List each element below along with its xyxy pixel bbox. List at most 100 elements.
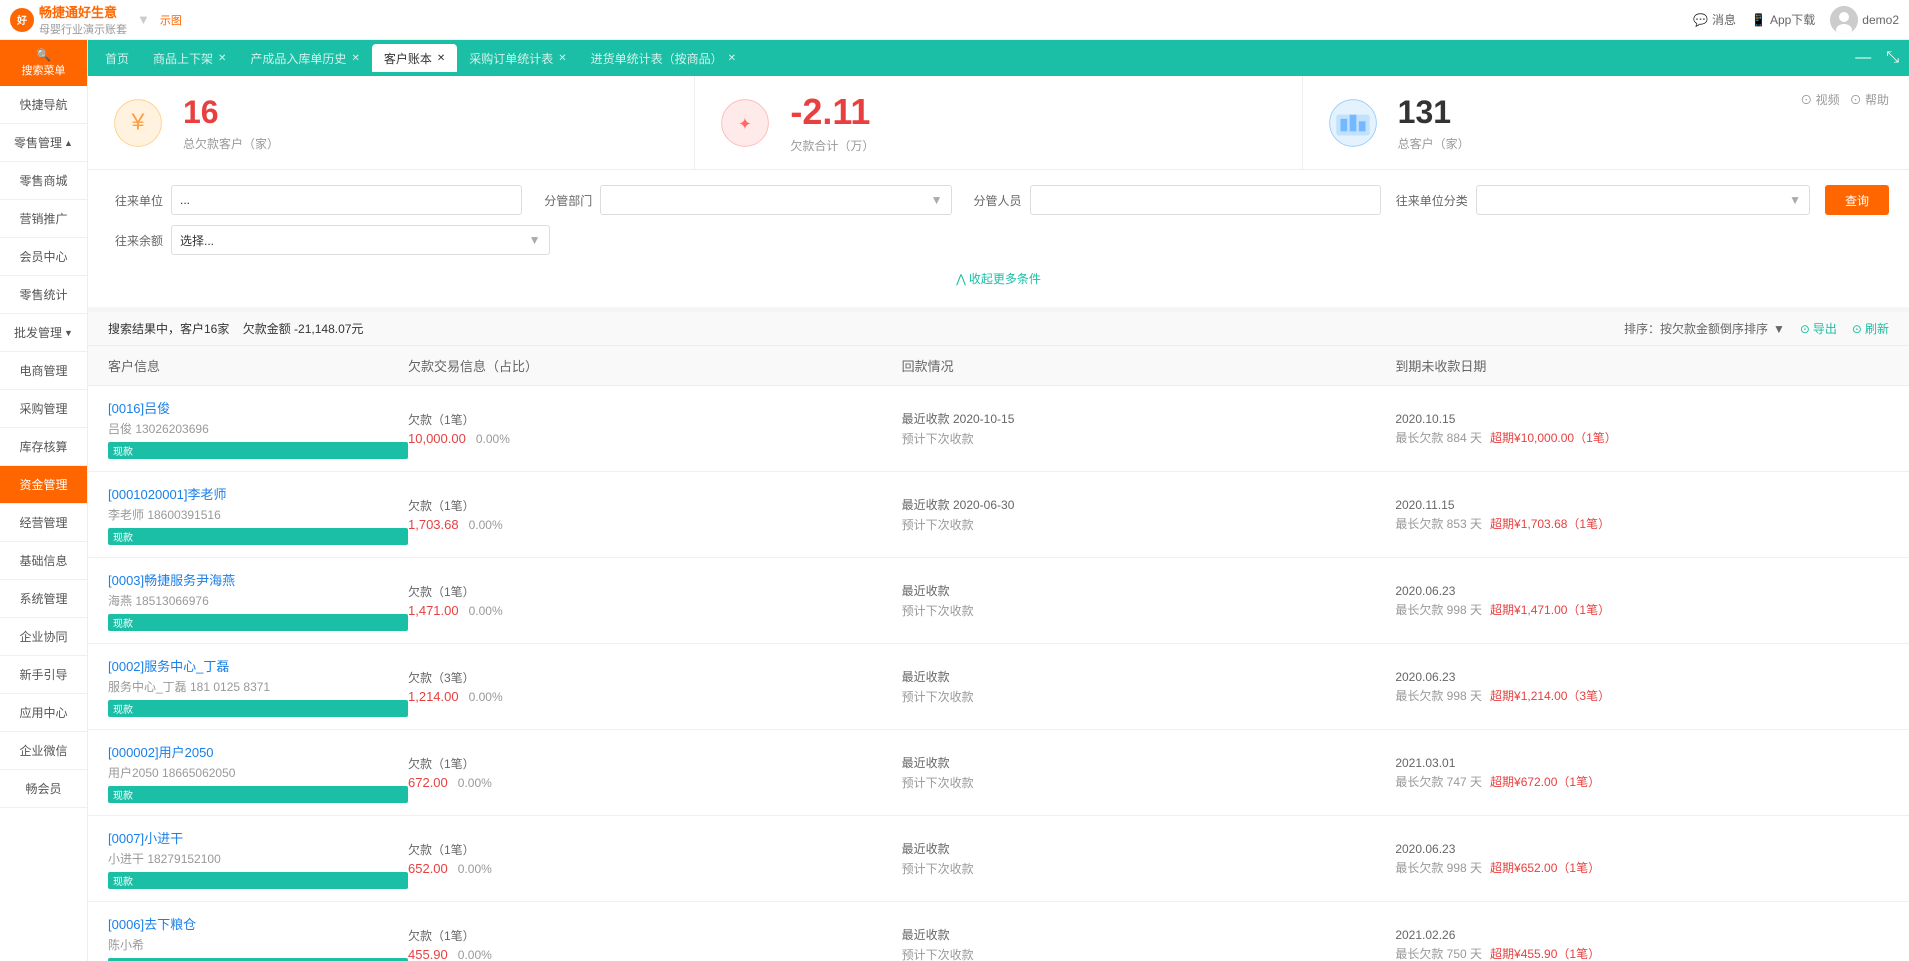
sidebar-item-inventory[interactable]: 库存核算: [0, 428, 87, 466]
tab-close-icon[interactable]: ✕: [728, 53, 736, 64]
tab-expand-btn[interactable]: ⤡: [1881, 49, 1904, 67]
tab-close-icon[interactable]: ✕: [558, 53, 566, 64]
customer-tag: 现款: [108, 786, 408, 803]
due-date: 2020.06.23: [1395, 670, 1889, 684]
sidebar-item-retail-mgmt[interactable]: 零售管理 ▲: [0, 124, 87, 162]
sidebar-item-beginner[interactable]: 新手引导: [0, 656, 87, 694]
due-overdue-link[interactable]: 超期¥10,000.00（1笔）: [1490, 429, 1617, 446]
due-overdue-link[interactable]: 超期¥1,703.68（1笔）: [1490, 515, 1610, 532]
tab-close-icon[interactable]: ✕: [437, 53, 445, 64]
tab-product-history[interactable]: 产成品入库单历史 ✕: [238, 44, 371, 72]
sidebar-item-member-center[interactable]: 会员中心: [0, 238, 87, 276]
sidebar-item-vip-member[interactable]: 畅会员: [0, 770, 87, 808]
help-btn[interactable]: ⊙ 帮助: [1850, 91, 1889, 108]
due-date: 2020.06.23: [1395, 842, 1889, 856]
tab-close-icon[interactable]: ✕: [218, 53, 226, 64]
header-debt: 欠款交易信息（占比）: [408, 356, 902, 375]
customer-info: [0003]畅捷服务尹海燕 海燕 18513066976 现款: [108, 570, 408, 631]
sidebar-item-quick-nav[interactable]: 快捷导航: [0, 86, 87, 124]
recovery-next: 预计下次收款: [902, 774, 1396, 791]
customer-name-link[interactable]: [0006]去下粮仓: [108, 914, 408, 933]
due-date: 2020.06.23: [1395, 584, 1889, 598]
sidebar-item-sys-mgmt[interactable]: 系统管理: [0, 580, 87, 618]
app-download-btn[interactable]: 📱 App下载: [1751, 11, 1815, 28]
sidebar-item-corp-wechat[interactable]: 企业微信: [0, 732, 87, 770]
due-days: 最长欠款 998 天: [1395, 859, 1482, 876]
filter-balance: 往来余额 选择... ▼: [108, 225, 550, 255]
balance-select[interactable]: 选择... ▼: [171, 225, 550, 255]
due-days: 最长欠款 747 天: [1395, 773, 1482, 790]
message-btn[interactable]: 💬 消息: [1693, 11, 1736, 28]
card-info-amount: -2.11 欠款合计（万）: [790, 91, 874, 154]
due-info: 2021.03.01 最长欠款 747 天 超期¥672.00（1笔）: [1395, 756, 1889, 790]
debt-count: 欠款（3笔）: [408, 669, 902, 686]
table-row: [0003]畅捷服务尹海燕 海燕 18513066976 现款 欠款（1笔） 1…: [88, 558, 1909, 644]
sidebar-item-capital-mgmt[interactable]: 资金管理: [0, 466, 87, 504]
tab-home[interactable]: 首页: [93, 44, 141, 72]
sidebar-item-corp-coop[interactable]: 企业协同: [0, 618, 87, 656]
customer-name-link[interactable]: [000002]用户2050: [108, 742, 408, 761]
sidebar-item-marketing[interactable]: 营销推广: [0, 200, 87, 238]
export-btn[interactable]: ⊙ 导出: [1800, 320, 1837, 337]
sidebar-item-label: 营销推广: [19, 212, 67, 226]
refresh-btn[interactable]: ⊙ 刷新: [1852, 320, 1889, 337]
search-button[interactable]: 查询: [1825, 185, 1889, 215]
sidebar-item-retail-store[interactable]: 零售商城: [0, 162, 87, 200]
tab-product-offline[interactable]: 商品上下架 ✕: [141, 44, 238, 72]
recovery-date: 最近收款: [902, 754, 1396, 771]
person-input[interactable]: [1030, 185, 1381, 215]
sidebar-item-label: 应用中心: [19, 706, 67, 720]
sidebar-item-ecom-mgmt[interactable]: 电商管理: [0, 352, 87, 390]
due-overdue-link[interactable]: 超期¥455.90（1笔）: [1490, 945, 1600, 961]
filter-area: 往来单位 ... 分管部门 ▼ 分管人员: [88, 170, 1909, 307]
sidebar-item-basic-info[interactable]: 基础信息: [0, 542, 87, 580]
sidebar-item-label: 零售管理: [14, 134, 62, 151]
sort-select[interactable]: 排序：按欠款金额倒序排序 ▼: [1624, 320, 1785, 337]
video-btn[interactable]: ⊙ 视频: [1800, 91, 1839, 108]
customer-name-link[interactable]: [0016]吕俊: [108, 398, 408, 417]
logo-text: 畅捷通好生意: [39, 2, 127, 21]
dept-select[interactable]: ▼: [600, 185, 951, 215]
sidebar-item-app-center[interactable]: 应用中心: [0, 694, 87, 732]
sidebar-search[interactable]: 🔍 搜索菜单: [0, 40, 87, 86]
customer-tag: 现款: [108, 872, 408, 889]
supplier-input[interactable]: ...: [171, 185, 522, 215]
customer-name-link[interactable]: [0002]服务中心_丁磊: [108, 656, 408, 675]
debt-info: 欠款（3笔） 1,214.00 0.00%: [408, 669, 902, 704]
customer-name-link[interactable]: [0007]小进干: [108, 828, 408, 847]
chevron-down-icon: ▼: [64, 328, 73, 338]
collapse-btn[interactable]: ⋀ 收起更多条件: [108, 265, 1889, 292]
data-table: 客户信息 欠款交易信息（占比） 回款情况 到期未收款日期 [0016]吕俊 吕俊…: [88, 346, 1909, 961]
customer-phone: 小进干 18279152100: [108, 850, 408, 867]
debt-count: 欠款（1笔）: [408, 927, 902, 944]
sidebar-item-batch-mgmt[interactable]: 批发管理 ▼: [0, 314, 87, 352]
debt-percent: 0.00%: [458, 776, 492, 790]
user-menu[interactable]: demo2: [1830, 6, 1899, 34]
sidebar-item-biz-mgmt[interactable]: 经营管理: [0, 504, 87, 542]
sidebar-item-label: 零售商城: [19, 174, 67, 188]
due-overdue-link[interactable]: 超期¥672.00（1笔）: [1490, 773, 1600, 790]
overdue-customers-number: 16: [183, 94, 279, 131]
sidebar-item-retail-stat[interactable]: 零售统计: [0, 276, 87, 314]
brand-slogan: 示图: [160, 12, 182, 28]
tab-close-icon[interactable]: ✕: [351, 53, 359, 64]
tab-stock-summary[interactable]: 进货单统计表（按商品） ✕: [579, 44, 748, 72]
svg-text:¥: ¥: [131, 108, 146, 134]
customer-name-link[interactable]: [0003]畅捷服务尹海燕: [108, 570, 408, 589]
tab-minimize-btn[interactable]: —: [1850, 49, 1876, 67]
tab-purchase-order[interactable]: 采购订单统计表 ✕: [457, 44, 578, 72]
tab-customer-account[interactable]: 客户账本 ✕: [372, 44, 457, 72]
category-select[interactable]: ▼: [1476, 185, 1810, 215]
header-due: 到期未收款日期: [1395, 356, 1889, 375]
due-date: 2020.11.15: [1395, 498, 1889, 512]
due-overdue-link[interactable]: 超期¥652.00（1笔）: [1490, 859, 1600, 876]
due-overdue-link[interactable]: 超期¥1,471.00（1笔）: [1490, 601, 1610, 618]
due-overdue-link[interactable]: 超期¥1,214.00（3笔）: [1490, 687, 1610, 704]
card-icon-money: ¥: [108, 93, 168, 153]
tab-label: 采购订单统计表: [469, 50, 553, 67]
customer-name-link[interactable]: [0001020001]李老师: [108, 484, 408, 503]
refresh-icon: ⊙: [1852, 322, 1862, 336]
tab-label: 产成品入库单历史: [250, 50, 346, 67]
sidebar-item-purchase-mgmt[interactable]: 采购管理: [0, 390, 87, 428]
sidebar: 🔍 搜索菜单 快捷导航 零售管理 ▲ 零售商城 营销推广 会员中心 零售统计 批…: [0, 40, 88, 961]
